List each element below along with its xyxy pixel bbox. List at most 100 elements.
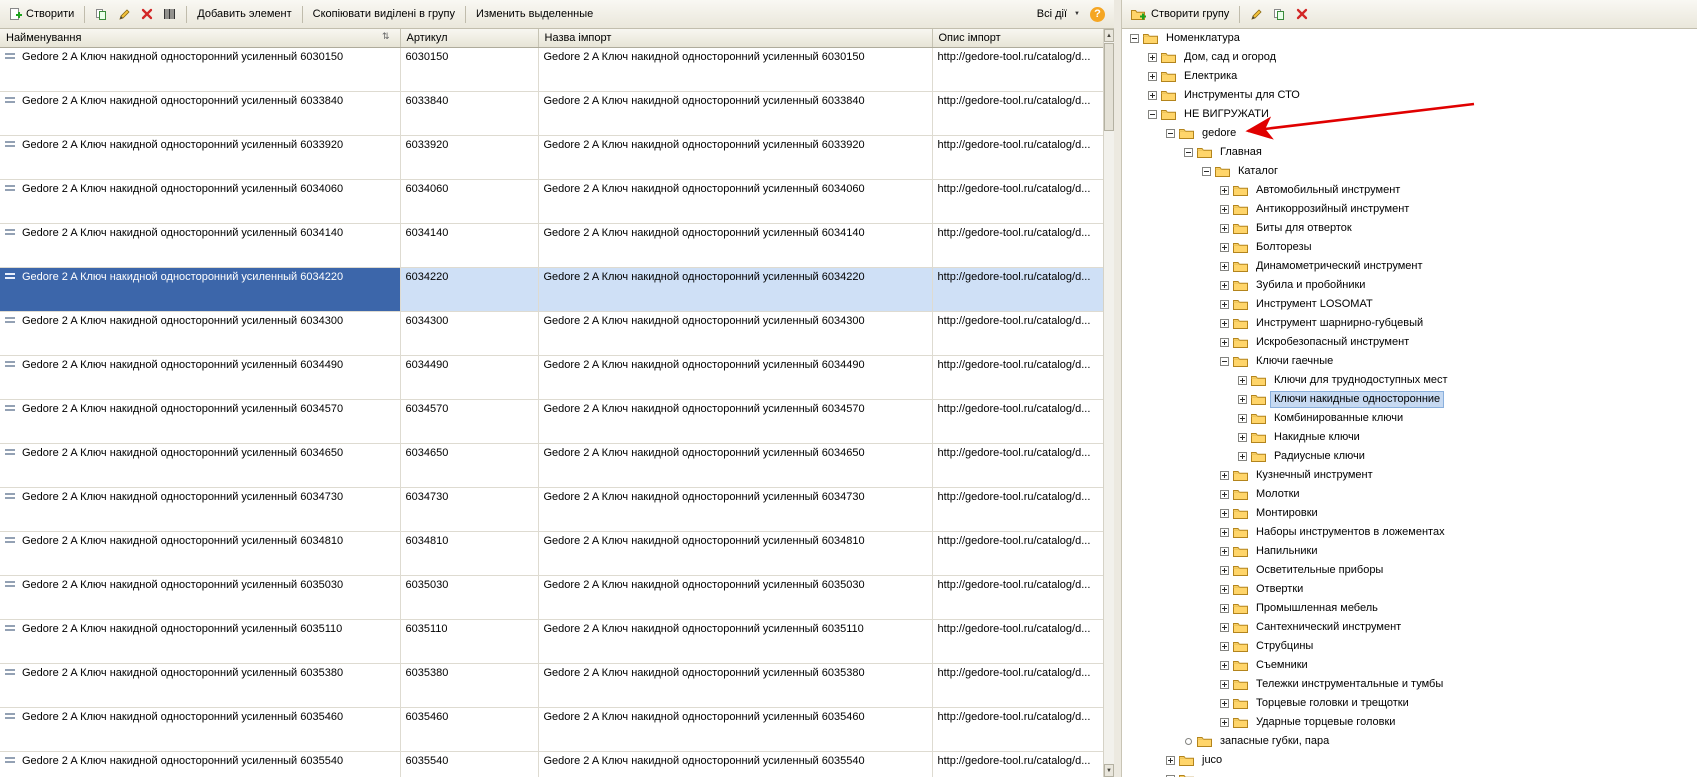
tree-item[interactable]: Антикоррозийный инструмент [1122, 200, 1697, 219]
tree-item-label[interactable]: Съемники [1252, 657, 1312, 674]
expand-icon[interactable] [1220, 300, 1229, 309]
tree-item[interactable]: Динамометрический инструмент [1122, 257, 1697, 276]
cell-import-name[interactable]: Gedore 2 A Ключ накидной односторонний у… [538, 223, 933, 268]
tree-item-label[interactable]: Динамометрический инструмент [1252, 258, 1427, 275]
edit-selected-button[interactable]: Изменить выделенные [472, 5, 597, 23]
expand-icon[interactable] [1220, 471, 1229, 480]
cell-import-desc[interactable]: http://gedore-tool.ru/catalog/d... [932, 179, 1103, 224]
tree-item-label[interactable]: Ключи накидные односторонние [1270, 391, 1445, 408]
cell-import-name[interactable]: Gedore 2 A Ключ накидной односторонний у… [538, 487, 933, 532]
column-header-import-name[interactable]: Назва імпорт [538, 29, 933, 48]
tree-item-label[interactable]: Осветительные приборы [1252, 562, 1387, 579]
cell-import-name[interactable]: Gedore 2 A Ключ накидной односторонний у… [538, 531, 933, 576]
collapse-icon[interactable] [1130, 34, 1139, 43]
cell-import-desc[interactable]: http://gedore-tool.ru/catalog/d... [932, 399, 1103, 444]
table-row[interactable]: Gedore 2 A Ключ накидной односторонний у… [0, 707, 1103, 752]
tree-item-label[interactable]: Кузнечный инструмент [1252, 467, 1377, 484]
cell-name[interactable]: Gedore 2 A Ключ накидной односторонний у… [0, 91, 401, 136]
expand-icon[interactable] [1220, 224, 1229, 233]
tree-item-label[interactable]: Биты для отверток [1252, 220, 1356, 237]
scrollbar-thumb[interactable] [1104, 43, 1114, 131]
table-vertical-scrollbar[interactable]: ▲ ▼ [1103, 29, 1114, 777]
collapse-icon[interactable] [1202, 167, 1211, 176]
scroll-up-button[interactable]: ▲ [1104, 29, 1114, 42]
tree-item[interactable]: Радиусные ключи [1122, 447, 1697, 466]
tree-item-label[interactable]: Каталог [1234, 163, 1282, 180]
cell-name[interactable]: Gedore 2 A Ключ накидной односторонний у… [0, 619, 401, 664]
tree-item[interactable]: gedore [1122, 124, 1697, 143]
collapse-icon[interactable] [1148, 110, 1157, 119]
expand-icon[interactable] [1220, 528, 1229, 537]
tree-item[interactable]: Болторезы [1122, 238, 1697, 257]
tree-item-label[interactable]: Монтировки [1252, 505, 1322, 522]
tree-item-label[interactable]: gedore [1198, 125, 1240, 142]
expand-icon[interactable] [1238, 452, 1247, 461]
tree-item[interactable]: Инструменты для СТО [1122, 86, 1697, 105]
cell-import-desc[interactable]: http://gedore-tool.ru/catalog/d... [932, 707, 1103, 752]
cell-name[interactable]: Gedore 2 A Ключ накидной односторонний у… [0, 311, 401, 356]
tree-item[interactable]: Номенклатура [1122, 29, 1697, 48]
tree-item-label[interactable]: Дом, сад и огород [1180, 49, 1280, 66]
panel-splitter[interactable] [1114, 0, 1122, 777]
cell-article[interactable]: 6035030 [400, 575, 539, 620]
tree-item[interactable]: juco [1122, 751, 1697, 770]
tree-item-label[interactable]: Инструмент шарнирно-губцевый [1252, 315, 1427, 332]
tree-item-label[interactable]: Торцевые головки и трещотки [1252, 695, 1413, 712]
tree-item[interactable]: Главная [1122, 143, 1697, 162]
scroll-down-button[interactable]: ▼ [1104, 764, 1114, 777]
column-header-name[interactable]: Найменування ⇅ [0, 29, 401, 48]
tree-item[interactable]: Сантехнический инструмент [1122, 618, 1697, 637]
cell-import-name[interactable]: Gedore 2 A Ключ накидной односторонний у… [538, 575, 933, 620]
tree-item[interactable]: Инструмент шарнирно-губцевый [1122, 314, 1697, 333]
tree-item-label[interactable]: juco [1198, 752, 1226, 769]
table-row[interactable]: Gedore 2 A Ключ накидной односторонний у… [0, 751, 1103, 777]
cell-import-desc[interactable]: http://gedore-tool.ru/catalog/d... [932, 443, 1103, 488]
cell-import-desc[interactable]: http://gedore-tool.ru/catalog/d... [932, 751, 1103, 777]
cell-name[interactable]: Gedore 2 A Ключ накидной односторонний у… [0, 487, 401, 532]
cell-article[interactable]: 6035540 [400, 751, 539, 777]
cell-name[interactable]: Gedore 2 A Ключ накидной односторонний у… [0, 223, 401, 268]
expand-icon[interactable] [1220, 642, 1229, 651]
tree-item[interactable]: Ключи для труднодоступных мест [1122, 371, 1697, 390]
add-element-button[interactable]: Добавить элемент [193, 5, 295, 23]
tree-item[interactable]: Торцевые головки и трещотки [1122, 694, 1697, 713]
expand-icon[interactable] [1238, 433, 1247, 442]
tree-item[interactable]: Ключи накидные односторонние [1122, 390, 1697, 409]
copy-group-button[interactable] [1269, 5, 1290, 24]
cell-import-name[interactable]: Gedore 2 A Ключ накидной односторонний у… [538, 267, 933, 312]
cell-name[interactable]: Gedore 2 A Ключ накидной односторонний у… [0, 399, 401, 444]
table-row[interactable]: Gedore 2 A Ключ накидной односторонний у… [0, 355, 1103, 400]
collapse-icon[interactable] [1220, 357, 1229, 366]
cell-import-name[interactable]: Gedore 2 A Ключ накидной односторонний у… [538, 707, 933, 752]
delete-group-button[interactable] [1292, 5, 1312, 23]
cell-import-desc[interactable]: http://gedore-tool.ru/catalog/d... [932, 531, 1103, 576]
table-row[interactable]: Gedore 2 A Ключ накидной односторонний у… [0, 91, 1103, 136]
cell-import-desc[interactable]: http://gedore-tool.ru/catalog/d... [932, 311, 1103, 356]
tree-item-label[interactable]: Номенклатура [1162, 30, 1244, 47]
table-row[interactable]: Gedore 2 A Ключ накидной односторонний у… [0, 311, 1103, 356]
cell-import-desc[interactable]: http://gedore-tool.ru/catalog/d... [932, 223, 1103, 268]
cell-name[interactable]: Gedore 2 A Ключ накидной односторонний у… [0, 355, 401, 400]
tree-item-label[interactable]: Накидные ключи [1270, 429, 1364, 446]
tree-item-label[interactable]: Струбцины [1252, 638, 1317, 655]
copy-selected-to-group-button[interactable]: Скопіювати виділені в групу [309, 5, 459, 23]
cell-import-name[interactable]: Gedore 2 A Ключ накидной односторонний у… [538, 311, 933, 356]
table-row[interactable]: Gedore 2 A Ключ накидной односторонний у… [0, 223, 1103, 268]
table-row[interactable]: Gedore 2 A Ключ накидной односторонний у… [0, 663, 1103, 708]
tree-item-label[interactable]: Комбинированные ключи [1270, 410, 1407, 427]
expand-icon[interactable] [1220, 205, 1229, 214]
tree-item-label[interactable]: Инструмент LOSOMAT [1252, 296, 1377, 313]
cell-import-desc[interactable]: http://gedore-tool.ru/catalog/d... [932, 91, 1103, 136]
cell-name[interactable]: Gedore 2 A Ключ накидной односторонний у… [0, 663, 401, 708]
tree-item[interactable]: Ключи гаечные [1122, 352, 1697, 371]
cell-article[interactable]: 6034730 [400, 487, 539, 532]
cell-import-desc[interactable]: http://gedore-tool.ru/catalog/d... [932, 267, 1103, 312]
tree-item-label[interactable]: Радиусные ключи [1270, 448, 1369, 465]
tree-item[interactable]: Електрика [1122, 67, 1697, 86]
tree-item-label[interactable]: Ключи гаечные [1252, 353, 1337, 370]
cell-name[interactable]: Gedore 2 A Ключ накидной односторонний у… [0, 267, 401, 312]
tree-item[interactable]: Инструмент LOSOMAT [1122, 295, 1697, 314]
expand-icon[interactable] [1220, 509, 1229, 518]
tree-item[interactable]: Накидные ключи [1122, 428, 1697, 447]
tree-item[interactable]: Биты для отверток [1122, 219, 1697, 238]
